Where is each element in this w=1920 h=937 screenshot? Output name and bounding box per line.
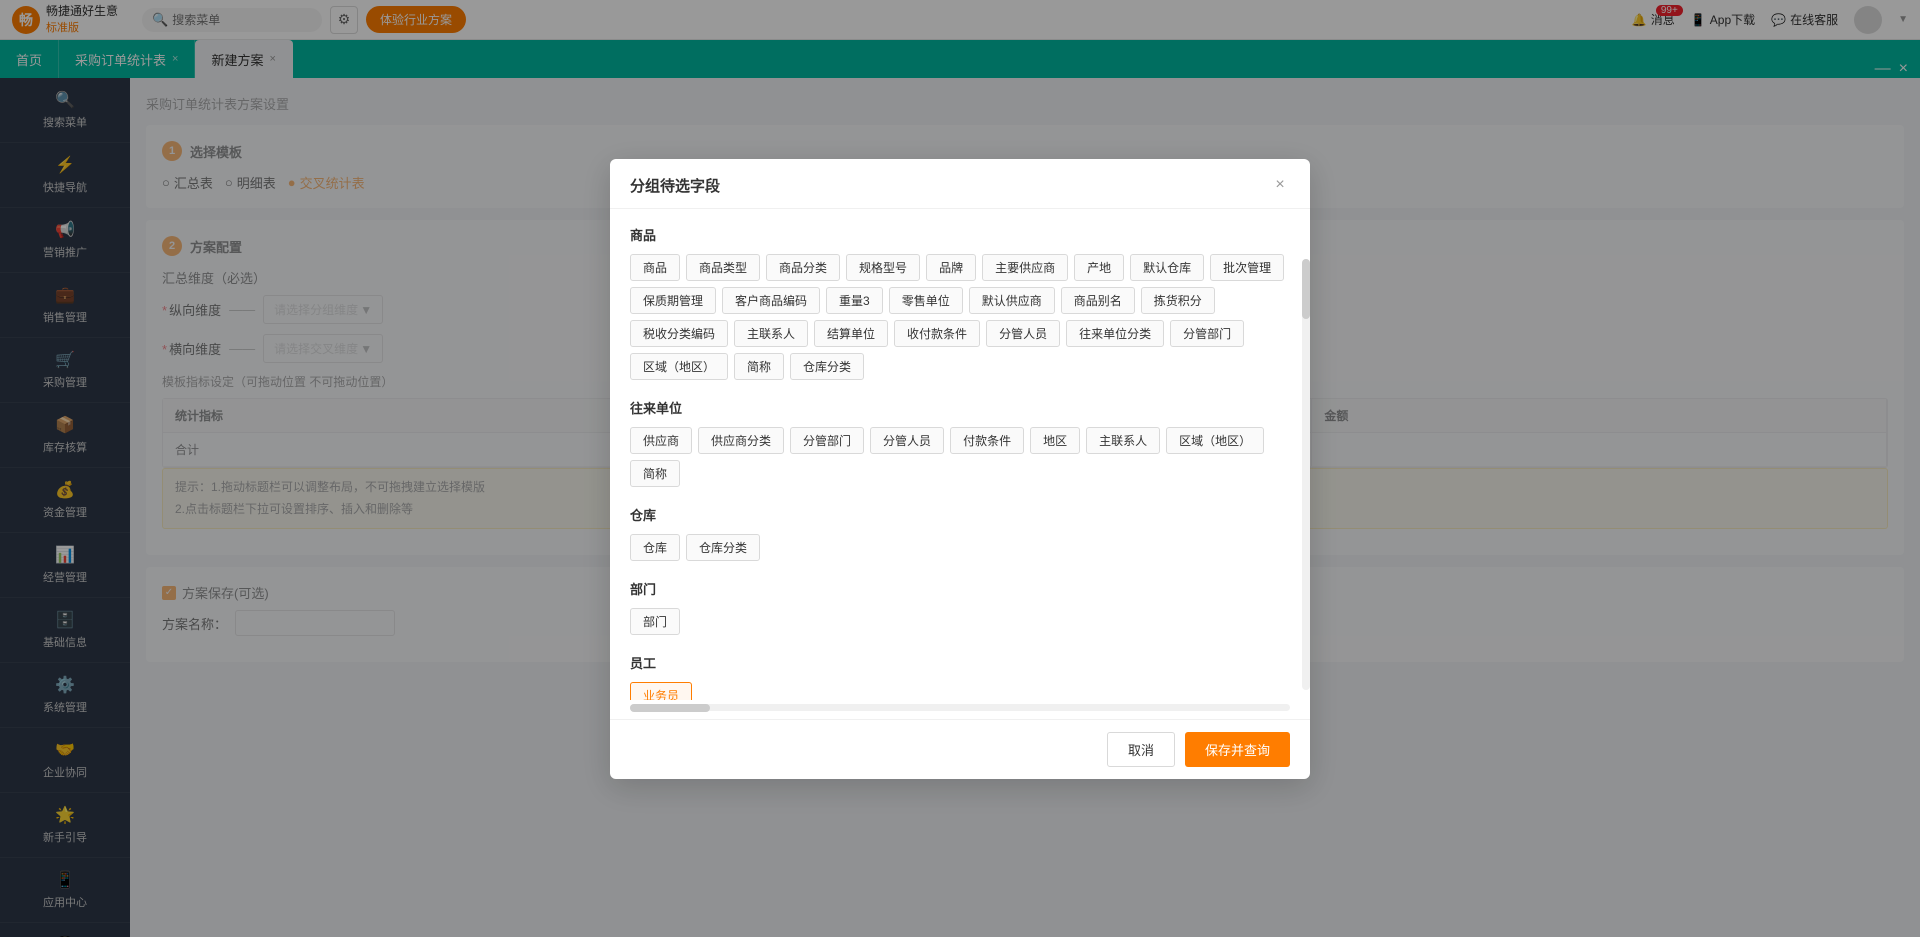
field-payment-cond[interactable]: 付款条件 [950, 427, 1024, 454]
field-main-contact[interactable]: 主联系人 [734, 320, 808, 347]
product-fields: 商品 商品类型 商品分类 规格型号 品牌 主要供应商 产地 默认仓库 批次管理 … [630, 254, 1290, 380]
field-batch-mgmt[interactable]: 批次管理 [1210, 254, 1284, 281]
field-warehouse[interactable]: 仓库 [630, 534, 680, 561]
field-warehouse-cat[interactable]: 仓库分类 [790, 353, 864, 380]
field-short-name[interactable]: 简称 [734, 353, 784, 380]
field-salesperson[interactable]: 业务员 [630, 682, 692, 701]
field-pickup-points[interactable]: 拣货积分 [1141, 287, 1215, 314]
modal-scrollbar-thumb [1302, 259, 1310, 319]
modal-close-btn[interactable]: × [1270, 175, 1290, 195]
field-product[interactable]: 商品 [630, 254, 680, 281]
section-product-title: 商品 [630, 225, 1290, 244]
section-employee-title: 员工 [630, 653, 1290, 672]
field-weight3[interactable]: 重量3 [826, 287, 883, 314]
field-region2[interactable]: 地区 [1030, 427, 1080, 454]
modal-overlay: 分组待选字段 × 商品 商品 商品类型 商品分类 规格型号 品牌 主要供应商 产… [0, 0, 1920, 937]
modal-confirm-btn[interactable]: 保存并查询 [1185, 732, 1290, 767]
field-supplier[interactable]: 供应商 [630, 427, 692, 454]
modal-scrollbar-x-thumb [630, 704, 710, 712]
modal-scrollbar-y[interactable] [1302, 259, 1310, 691]
field-region3[interactable]: 区域（地区） [1166, 427, 1264, 454]
modal-body[interactable]: 商品 商品 商品类型 商品分类 规格型号 品牌 主要供应商 产地 默认仓库 批次… [610, 209, 1310, 701]
field-product-type[interactable]: 商品类型 [686, 254, 760, 281]
field-mgmt-person2[interactable]: 分管人员 [870, 427, 944, 454]
employee-fields: 业务员 [630, 682, 1290, 701]
field-retail-unit[interactable]: 零售单位 [889, 287, 963, 314]
field-mgmt-dept2[interactable]: 分管部门 [790, 427, 864, 454]
warehouse-fields: 仓库 仓库分类 [630, 534, 1290, 561]
field-default-supplier[interactable]: 默认供应商 [969, 287, 1055, 314]
modal-footer: 取消 保存并查询 [610, 719, 1310, 779]
modal-title: 分组待选字段 [630, 175, 720, 196]
section-warehouse: 仓库 仓库 仓库分类 [630, 505, 1290, 561]
field-main-contact2[interactable]: 主联系人 [1086, 427, 1160, 454]
modal-scrollbar-x[interactable] [630, 704, 1290, 710]
field-spec-type[interactable]: 规格型号 [846, 254, 920, 281]
field-short2[interactable]: 简称 [630, 460, 680, 487]
field-product-alias[interactable]: 商品别名 [1061, 287, 1135, 314]
modal: 分组待选字段 × 商品 商品 商品类型 商品分类 规格型号 品牌 主要供应商 产… [610, 159, 1310, 779]
section-product: 商品 商品 商品类型 商品分类 规格型号 品牌 主要供应商 产地 默认仓库 批次… [630, 225, 1290, 380]
field-dept[interactable]: 部门 [630, 608, 680, 635]
dept-fields: 部门 [630, 608, 1290, 635]
partner-fields: 供应商 供应商分类 分管部门 分管人员 付款条件 地区 主联系人 区域（地区） … [630, 427, 1290, 487]
field-supplier-cat[interactable]: 供应商分类 [698, 427, 784, 454]
section-dept: 部门 部门 [630, 579, 1290, 635]
field-payment-terms[interactable]: 收付款条件 [894, 320, 980, 347]
field-region[interactable]: 区域（地区） [630, 353, 728, 380]
field-warehouse-cat2[interactable]: 仓库分类 [686, 534, 760, 561]
field-product-category[interactable]: 商品分类 [766, 254, 840, 281]
field-default-warehouse[interactable]: 默认仓库 [1130, 254, 1204, 281]
field-customer-code[interactable]: 客户商品编码 [722, 287, 820, 314]
field-brand[interactable]: 品牌 [926, 254, 976, 281]
field-tax-category[interactable]: 税收分类编码 [630, 320, 728, 347]
field-expiry-mgmt[interactable]: 保质期管理 [630, 287, 716, 314]
section-partner-title: 往来单位 [630, 398, 1290, 417]
modal-header: 分组待选字段 × [610, 159, 1310, 209]
field-main-supplier[interactable]: 主要供应商 [982, 254, 1068, 281]
field-settlement-unit[interactable]: 结算单位 [814, 320, 888, 347]
field-supervisor[interactable]: 分管人员 [986, 320, 1060, 347]
section-dept-title: 部门 [630, 579, 1290, 598]
section-warehouse-title: 仓库 [630, 505, 1290, 524]
field-mgmt-dept[interactable]: 分管部门 [1170, 320, 1244, 347]
section-employee: 员工 业务员 [630, 653, 1290, 701]
modal-cancel-btn[interactable]: 取消 [1107, 732, 1175, 767]
field-home-unit-cat[interactable]: 往来单位分类 [1066, 320, 1164, 347]
field-origin[interactable]: 产地 [1074, 254, 1124, 281]
section-partner: 往来单位 供应商 供应商分类 分管部门 分管人员 付款条件 地区 主联系人 区域… [630, 398, 1290, 487]
